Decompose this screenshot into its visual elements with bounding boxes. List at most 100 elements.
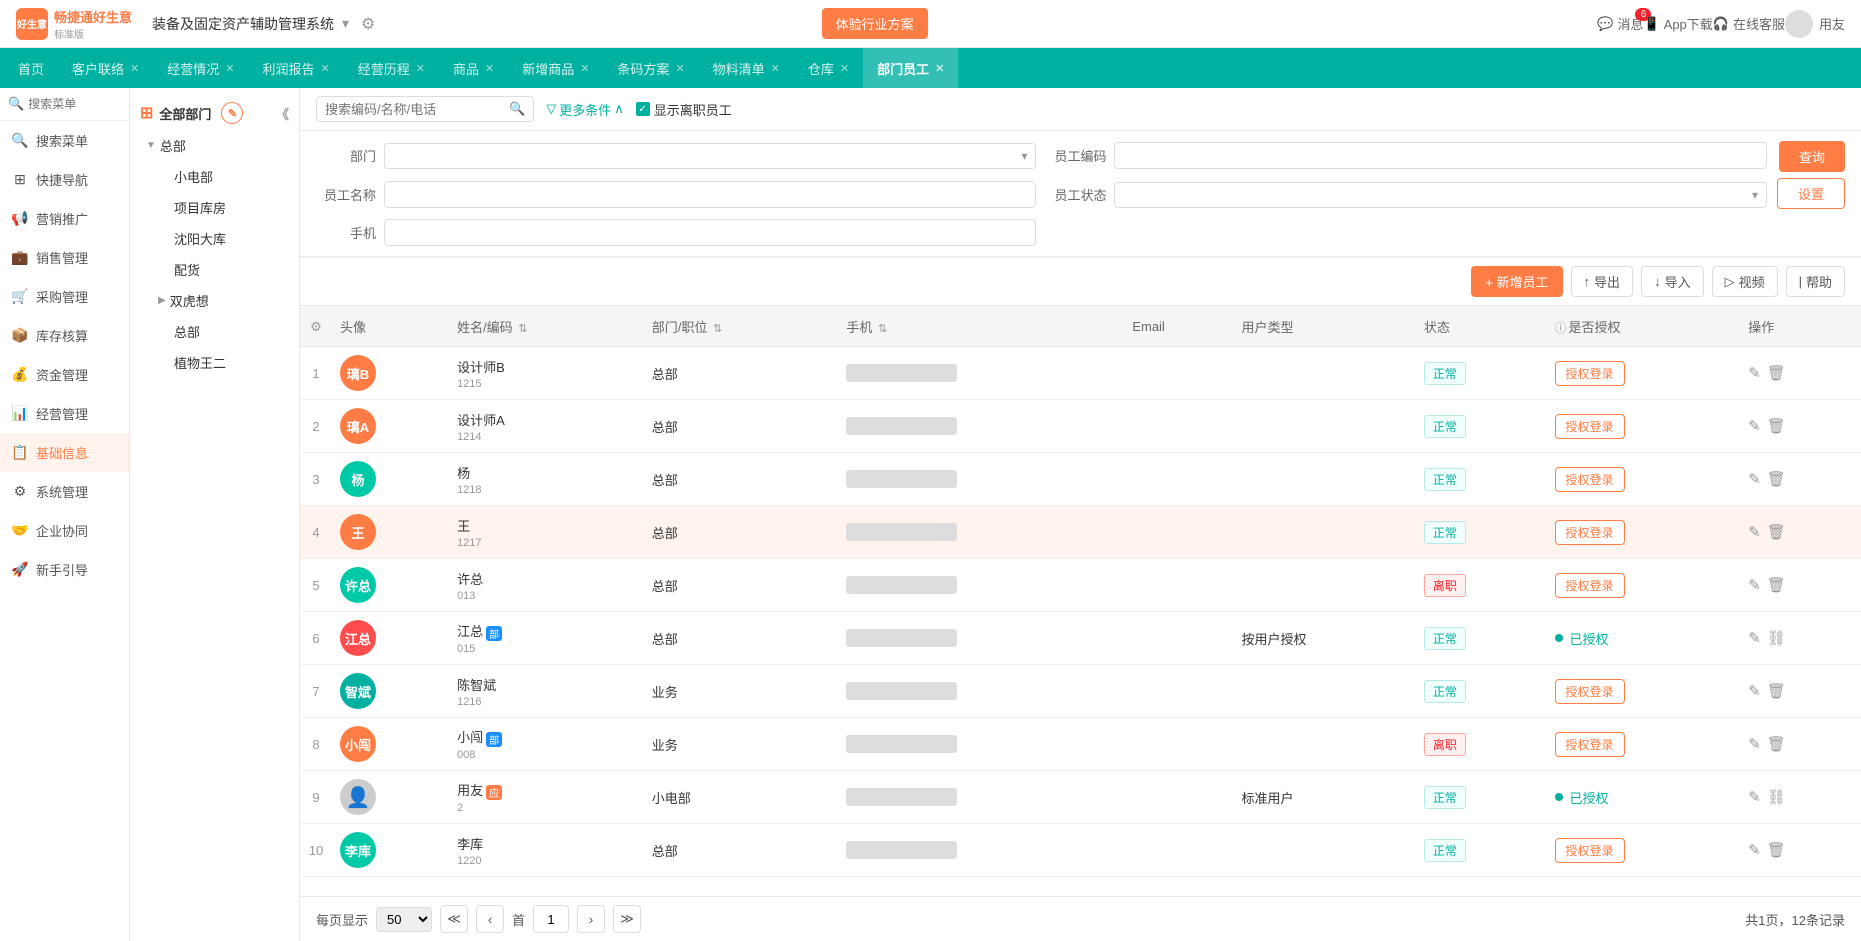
edit-icon[interactable]: ✎ bbox=[1748, 735, 1761, 753]
emp-status-select[interactable]: ▾ bbox=[1114, 182, 1767, 208]
tab-close-icon[interactable]: ✕ bbox=[771, 62, 780, 75]
auth-login-button[interactable]: 授权登录 bbox=[1555, 679, 1625, 704]
nav-tab-条码方案[interactable]: 条码方案✕ bbox=[603, 48, 698, 88]
sidebar-item-营销推广[interactable]: 📢营销推广 bbox=[0, 199, 129, 238]
user-area[interactable]: 用友 bbox=[1785, 10, 1845, 38]
dept-item-双虎想[interactable]: ▶双虎想 bbox=[130, 285, 299, 316]
nav-tab-商品[interactable]: 商品✕ bbox=[439, 48, 508, 88]
tab-close-icon[interactable]: ✕ bbox=[840, 62, 849, 75]
tab-close-icon[interactable]: ✕ bbox=[580, 62, 589, 75]
tab-close-icon[interactable]: ✕ bbox=[321, 62, 330, 75]
search-submit-icon[interactable]: 🔍 bbox=[509, 101, 525, 117]
sidebar-item-新手引导[interactable]: 🚀新手引导 bbox=[0, 550, 129, 589]
phone-input[interactable] bbox=[384, 219, 1036, 246]
dept-select[interactable]: ▾ bbox=[384, 143, 1036, 169]
set-button[interactable]: 设置 bbox=[1777, 178, 1845, 209]
edit-icon[interactable]: ✎ bbox=[1748, 364, 1761, 382]
phone-sort-icon[interactable]: ⇅ bbox=[878, 323, 887, 335]
delete-icon[interactable]: 🗑 bbox=[1767, 470, 1786, 488]
message-button[interactable]: 💬 消息 6 bbox=[1597, 14, 1643, 33]
page-size-select[interactable]: 50 20 100 bbox=[376, 907, 432, 932]
more-conditions-button[interactable]: ▽ 更多条件 ∧ bbox=[546, 100, 624, 119]
sidebar-item-采购管理[interactable]: 🛒采购管理 bbox=[0, 277, 129, 316]
export-button[interactable]: ↑ 导出 bbox=[1571, 266, 1634, 297]
query-button[interactable]: 查询 bbox=[1779, 141, 1845, 172]
nav-tab-新增商品[interactable]: 新增商品✕ bbox=[508, 48, 603, 88]
edit-icon[interactable]: ✎ bbox=[1748, 788, 1761, 806]
auth-login-button[interactable]: 授权登录 bbox=[1555, 414, 1625, 439]
dept-item-总部[interactable]: ▼总部 bbox=[130, 130, 299, 161]
edit-icon[interactable]: ✎ bbox=[1748, 523, 1761, 541]
delete-icon[interactable]: 🗑 bbox=[1767, 682, 1786, 700]
dept-item-项目库房[interactable]: 项目库房 bbox=[130, 192, 299, 223]
edit-icon[interactable]: ✎ bbox=[1748, 682, 1761, 700]
sidebar-item-快捷导航[interactable]: ⊞快捷导航 bbox=[0, 160, 129, 199]
link-icon[interactable]: ⛓ bbox=[1767, 788, 1786, 806]
online-service-button[interactable]: 🎧 在线客服 bbox=[1713, 14, 1785, 33]
help-button[interactable]: | 帮助 bbox=[1786, 266, 1845, 297]
sidebar-item-资金管理[interactable]: 💰资金管理 bbox=[0, 355, 129, 394]
sidebar-search-input[interactable] bbox=[28, 97, 121, 111]
search-input[interactable] bbox=[325, 102, 505, 117]
nav-tab-物料清单[interactable]: 物料清单✕ bbox=[699, 48, 794, 88]
nav-tab-客户联络[interactable]: 客户联络✕ bbox=[58, 48, 153, 88]
dept-sort-icon[interactable]: ⇅ bbox=[713, 323, 722, 335]
nav-tab-经营情况[interactable]: 经营情况✕ bbox=[153, 48, 248, 88]
nav-tab-利润报告[interactable]: 利润报告✕ bbox=[248, 48, 343, 88]
import-button[interactable]: ↓ 导入 bbox=[1641, 266, 1704, 297]
edit-icon[interactable]: ✎ bbox=[1748, 629, 1761, 647]
auth-login-button[interactable]: 授权登录 bbox=[1555, 467, 1625, 492]
delete-icon[interactable]: 🗑 bbox=[1767, 576, 1786, 594]
dept-item-植物王二[interactable]: 植物王二 bbox=[130, 347, 299, 378]
tab-close-icon[interactable]: ✕ bbox=[130, 62, 139, 75]
show-resign-toggle[interactable]: ✓ 显示离职员工 bbox=[636, 100, 732, 119]
prev-page-button[interactable]: ‹ bbox=[476, 905, 504, 933]
dropdown-arrow-icon[interactable]: ▾ bbox=[342, 15, 349, 32]
tab-close-icon[interactable]: ✕ bbox=[675, 62, 684, 75]
delete-icon[interactable]: 🗑 bbox=[1767, 417, 1786, 435]
auth-login-button[interactable]: 授权登录 bbox=[1555, 573, 1625, 598]
auth-login-button[interactable]: 授权登录 bbox=[1555, 732, 1625, 757]
emp-name-input[interactable] bbox=[384, 181, 1036, 208]
sidebar-item-基础信息[interactable]: 📋基础信息 bbox=[0, 433, 129, 472]
edit-icon[interactable]: ✎ bbox=[1748, 576, 1761, 594]
edit-icon[interactable]: ✎ bbox=[1748, 841, 1761, 859]
auth-login-button[interactable]: 授权登录 bbox=[1555, 520, 1625, 545]
dept-item-配货[interactable]: 配货 bbox=[130, 254, 299, 285]
auth-info-icon[interactable]: ⓘ bbox=[1555, 321, 1567, 335]
page-number-input[interactable] bbox=[533, 905, 569, 933]
collapse-icon[interactable]: 《 bbox=[276, 104, 289, 123]
sidebar-item-企业协同[interactable]: 🤝企业协同 bbox=[0, 511, 129, 550]
tab-close-icon[interactable]: ✕ bbox=[485, 62, 494, 75]
sidebar-item-库存核算[interactable]: 📦库存核算 bbox=[0, 316, 129, 355]
app-download-button[interactable]: 📱 App下载 bbox=[1643, 14, 1712, 33]
last-page-button[interactable]: ≫ bbox=[613, 905, 641, 933]
nav-tab-首页[interactable]: 首页 bbox=[4, 48, 58, 88]
edit-icon[interactable]: ✎ bbox=[1748, 417, 1761, 435]
dept-item-沈阳大库[interactable]: 沈阳大库 bbox=[130, 223, 299, 254]
first-page-button[interactable]: ≪ bbox=[440, 905, 468, 933]
gear-icon[interactable]: ⚙ bbox=[310, 319, 322, 334]
link-icon[interactable]: ⛓ bbox=[1767, 629, 1786, 647]
nav-tab-仓库[interactable]: 仓库✕ bbox=[794, 48, 863, 88]
nav-tab-部门员工[interactable]: 部门员工✕ bbox=[863, 48, 958, 88]
nav-tab-经营历程[interactable]: 经营历程✕ bbox=[344, 48, 439, 88]
dept-edit-icon[interactable]: ✎ bbox=[221, 102, 243, 124]
dept-item-小电部[interactable]: 小电部 bbox=[130, 161, 299, 192]
emp-code-input[interactable] bbox=[1114, 142, 1767, 169]
next-page-button[interactable]: › bbox=[577, 905, 605, 933]
name-sort-icon[interactable]: ⇅ bbox=[518, 323, 527, 335]
delete-icon[interactable]: 🗑 bbox=[1767, 523, 1786, 541]
sidebar-item-搜索菜单[interactable]: 🔍搜索菜单 bbox=[0, 121, 129, 160]
delete-icon[interactable]: 🗑 bbox=[1767, 841, 1786, 859]
tab-close-icon[interactable]: ✕ bbox=[416, 62, 425, 75]
auth-login-button[interactable]: 授权登录 bbox=[1555, 838, 1625, 863]
delete-icon[interactable]: 🗑 bbox=[1767, 364, 1786, 382]
trial-button[interactable]: 体验行业方案 bbox=[822, 8, 928, 39]
dept-item-总部[interactable]: 总部 bbox=[130, 316, 299, 347]
add-employee-button[interactable]: + 新增员工 bbox=[1471, 266, 1562, 297]
video-button[interactable]: ▷ 视频 bbox=[1712, 266, 1778, 297]
settings-icon[interactable]: ⚙ bbox=[361, 14, 375, 34]
edit-icon[interactable]: ✎ bbox=[1748, 470, 1761, 488]
sidebar-item-销售管理[interactable]: 💼销售管理 bbox=[0, 238, 129, 277]
